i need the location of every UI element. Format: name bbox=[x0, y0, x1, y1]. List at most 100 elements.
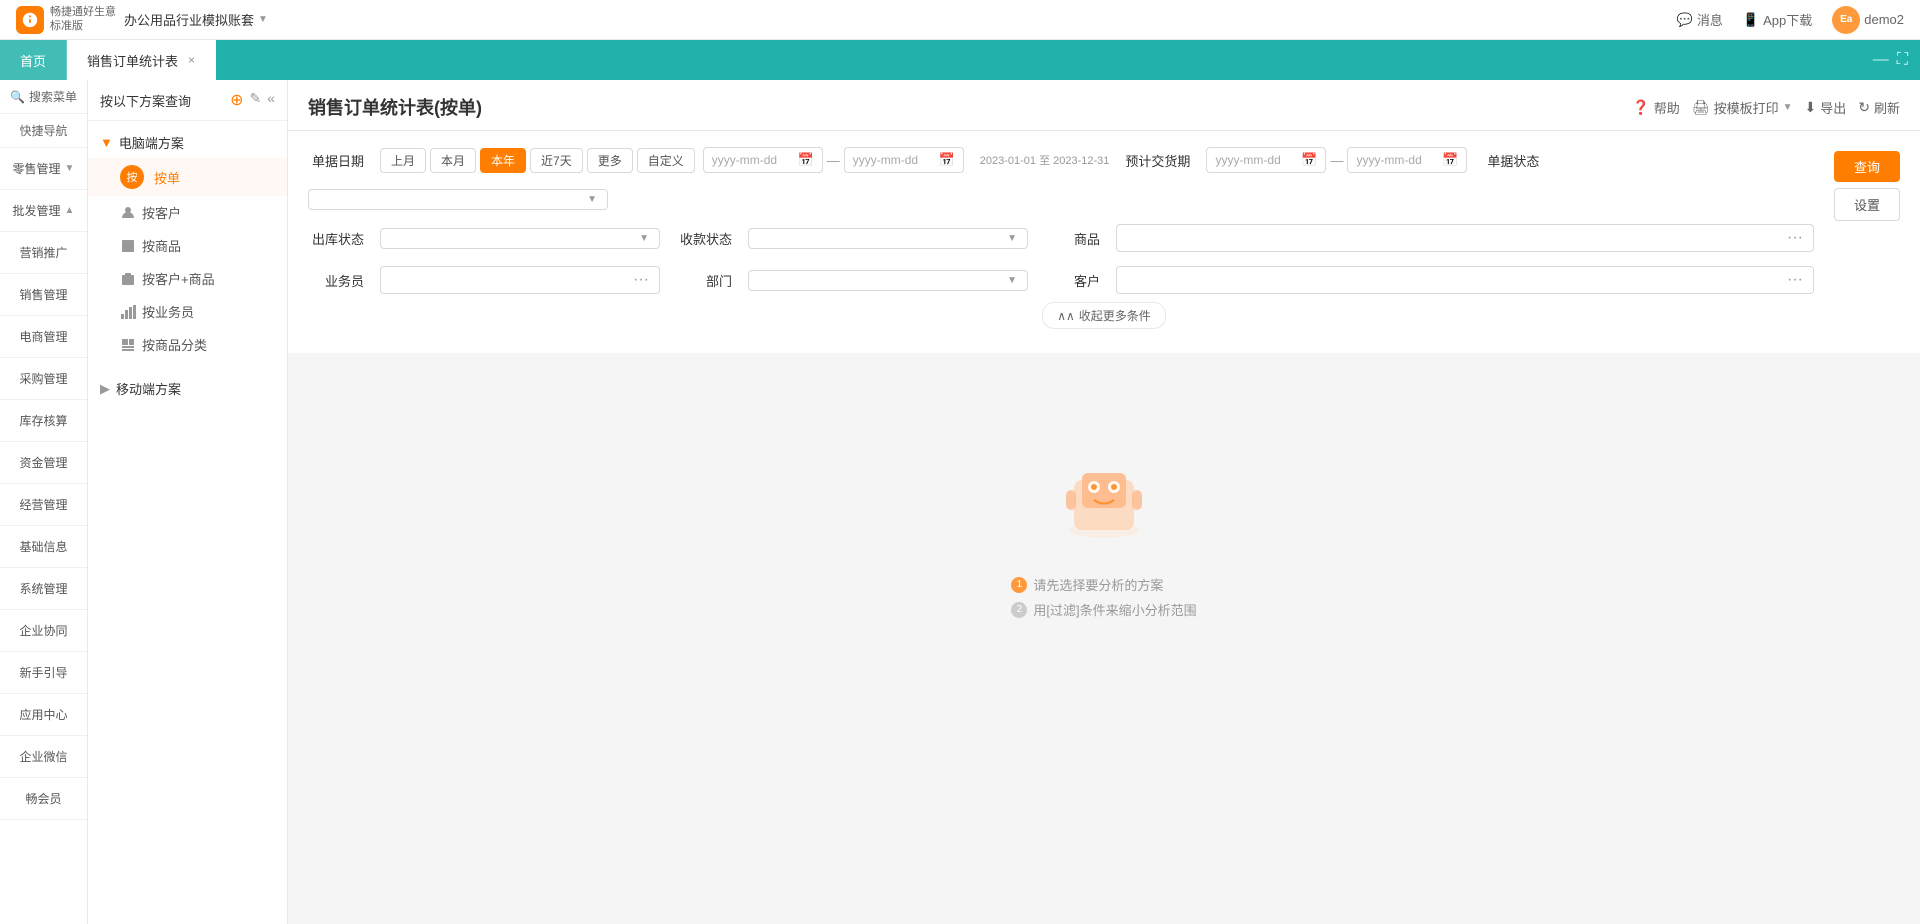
logo-area: 畅捷通好生意 标准版 bbox=[16, 6, 116, 34]
wholesale-arrow-icon: ▲ bbox=[65, 205, 75, 216]
date-from-input[interactable]: yyyy-mm-dd 📅 bbox=[703, 147, 823, 173]
date-range-display: 2023-01-01 至 2023-12-31 bbox=[980, 152, 1110, 168]
status-label: 单据状态 bbox=[1483, 151, 1539, 170]
customer-input[interactable]: ··· bbox=[1116, 266, 1814, 294]
scheme-item-by-order[interactable]: 按 按单 bbox=[88, 158, 287, 196]
filter-section-separator: ∧∧ 收起更多条件 bbox=[308, 294, 1900, 337]
sidebar-item-retail[interactable]: 零售管理 ▼ bbox=[0, 148, 87, 190]
department-chevron-icon: ▼ bbox=[1007, 275, 1017, 286]
expected-delivery-to[interactable]: yyyy-mm-dd 📅 bbox=[1347, 147, 1467, 173]
payment-status-select[interactable]: ▼ bbox=[748, 228, 1028, 249]
sidebar: 🔍 搜索菜单 快捷导航 零售管理 ▼ 批发管理 ▲ 营销推广 销售管理 电商管理… bbox=[0, 80, 88, 924]
edit-scheme-icon[interactable]: ✎ bbox=[249, 90, 261, 110]
company-selector[interactable]: 办公用品行业模拟账套 ▼ bbox=[124, 10, 268, 29]
sidebar-item-ecommerce[interactable]: 电商管理 bbox=[0, 316, 87, 358]
by-order-icon: 按 bbox=[120, 165, 144, 189]
page-actions: ❓ 帮助 🖨 按模板打印 ▼ ⬇ 导出 ↻ 刷新 bbox=[1632, 98, 1900, 117]
sidebar-item-purchase[interactable]: 采购管理 bbox=[0, 358, 87, 400]
product-input[interactable]: ··· bbox=[1116, 224, 1814, 252]
preset-more[interactable]: 更多 bbox=[587, 148, 633, 173]
refresh-button[interactable]: ↻ 刷新 bbox=[1858, 98, 1900, 117]
by-salesperson-icon bbox=[120, 304, 136, 320]
date-label: 单据日期 bbox=[308, 151, 364, 170]
sidebar-item-wechat[interactable]: 企业微信 bbox=[0, 736, 87, 778]
scheme-panel-header: 按以下方案查询 ⊕ ✎ « bbox=[88, 80, 287, 121]
sidebar-item-wholesale[interactable]: 批发管理 ▲ bbox=[0, 190, 87, 232]
status-select[interactable]: ▼ bbox=[308, 189, 608, 210]
delivery-status-select[interactable]: ▼ bbox=[380, 228, 660, 249]
help-button[interactable]: ❓ 帮助 bbox=[1632, 98, 1679, 117]
scheme-item-by-customer-product[interactable]: 按客户+商品 bbox=[88, 262, 287, 295]
scheme-group-mobile-label[interactable]: ▶ 移动端方案 bbox=[88, 373, 287, 404]
sidebar-item-newbie[interactable]: 新手引导 bbox=[0, 652, 87, 694]
sidebar-item-member[interactable]: 畅会员 bbox=[0, 778, 87, 820]
mobile-expand-icon: ▶ bbox=[100, 381, 110, 397]
by-product-category-icon bbox=[120, 337, 136, 353]
nav-tabs: 首页 销售订单统计表 × — ⛶ bbox=[0, 40, 1920, 80]
collapse-button[interactable]: ∧∧ 收起更多条件 bbox=[1042, 302, 1166, 329]
export-icon: ⬇ bbox=[1805, 99, 1817, 116]
payment-chevron-icon: ▼ bbox=[1007, 233, 1017, 244]
scheme-panel-actions: ⊕ ✎ « bbox=[230, 90, 275, 110]
tab-home[interactable]: 首页 bbox=[0, 40, 67, 80]
date-separator: — bbox=[827, 153, 840, 168]
preset-last-7-days[interactable]: 近7天 bbox=[530, 148, 583, 173]
sidebar-quick-nav[interactable]: 快捷导航 bbox=[0, 114, 87, 148]
date-to-input[interactable]: yyyy-mm-dd 📅 bbox=[844, 147, 964, 173]
customer-more-icon: ··· bbox=[1787, 271, 1803, 289]
salesperson-label: 业务员 bbox=[308, 271, 364, 290]
preset-last-month[interactable]: 上月 bbox=[380, 148, 426, 173]
preset-custom[interactable]: 自定义 bbox=[637, 148, 695, 173]
empty-tip-1: 1 请先选择要分析的方案 bbox=[1011, 575, 1196, 594]
print-icon: 🖨 bbox=[1692, 99, 1710, 116]
department-label: 部门 bbox=[676, 271, 732, 290]
app-download-button[interactable]: 📱 App下载 bbox=[1743, 10, 1812, 29]
department-select[interactable]: ▼ bbox=[748, 270, 1028, 291]
logo-icon bbox=[16, 6, 44, 34]
empty-tip-2: 2 用[过滤]条件来缩小分析范围 bbox=[1011, 600, 1196, 619]
template-print-button[interactable]: 🖨 按模板打印 ▼ bbox=[1692, 98, 1793, 117]
retail-arrow-icon: ▼ bbox=[65, 163, 75, 174]
by-product-icon bbox=[120, 238, 136, 254]
tab-sales-order-stats[interactable]: 销售订单统计表 × bbox=[67, 40, 216, 80]
sidebar-item-finance[interactable]: 资金管理 bbox=[0, 442, 87, 484]
sidebar-item-basic[interactable]: 基础信息 bbox=[0, 526, 87, 568]
query-button[interactable]: 查询 bbox=[1834, 151, 1900, 182]
add-scheme-icon[interactable]: ⊕ bbox=[230, 90, 243, 110]
sidebar-item-inventory[interactable]: 库存核算 bbox=[0, 400, 87, 442]
sidebar-search[interactable]: 🔍 搜索菜单 bbox=[0, 80, 87, 114]
expected-delivery-from[interactable]: yyyy-mm-dd 📅 bbox=[1206, 147, 1326, 173]
message-icon: 💬 bbox=[1677, 12, 1693, 28]
avatar: Ea bbox=[1832, 6, 1860, 34]
logo-text: 畅捷通好生意 标准版 bbox=[50, 6, 116, 32]
scheme-item-by-salesperson[interactable]: 按业务员 bbox=[88, 295, 287, 328]
filter-row-3: 业务员 ··· 部门 ▼ 客户 bbox=[308, 266, 1814, 294]
sidebar-item-enterprise[interactable]: 企业协同 bbox=[0, 610, 87, 652]
scheme-item-by-product[interactable]: 按商品 bbox=[88, 229, 287, 262]
maximize-icon[interactable]: ⛶ bbox=[1897, 51, 1908, 69]
preset-this-month[interactable]: 本月 bbox=[430, 148, 476, 173]
settings-button[interactable]: 设置 bbox=[1834, 188, 1900, 221]
minimize-icon[interactable]: — bbox=[1873, 51, 1889, 69]
tab-close-icon[interactable]: × bbox=[188, 53, 195, 67]
sidebar-item-marketing[interactable]: 营销推广 bbox=[0, 232, 87, 274]
by-customer-product-icon bbox=[120, 271, 136, 287]
status-chevron-icon: ▼ bbox=[587, 194, 597, 205]
export-button[interactable]: ⬇ 导出 bbox=[1805, 98, 1847, 117]
sidebar-item-system[interactable]: 系统管理 bbox=[0, 568, 87, 610]
salesperson-input[interactable]: ··· bbox=[380, 266, 660, 294]
collapse-scheme-icon[interactable]: « bbox=[267, 90, 275, 110]
scheme-item-by-product-category[interactable]: 按商品分类 bbox=[88, 328, 287, 361]
scheme-item-by-customer[interactable]: 按客户 bbox=[88, 196, 287, 229]
app-download-icon: 📱 bbox=[1743, 12, 1759, 28]
help-icon: ❓ bbox=[1632, 99, 1649, 116]
sidebar-item-sales[interactable]: 销售管理 bbox=[0, 274, 87, 316]
sidebar-item-app-center[interactable]: 应用中心 bbox=[0, 694, 87, 736]
message-button[interactable]: 💬 消息 bbox=[1677, 10, 1723, 29]
scheme-group-pc-label[interactable]: ▼ 电脑端方案 bbox=[88, 127, 287, 158]
sidebar-item-operations[interactable]: 经营管理 bbox=[0, 484, 87, 526]
empty-tips: 1 请先选择要分析的方案 2 用[过滤]条件来缩小分析范围 bbox=[1011, 575, 1196, 625]
preset-this-year[interactable]: 本年 bbox=[480, 148, 526, 173]
calendar-to-icon: 📅 bbox=[939, 152, 955, 168]
user-profile[interactable]: Ea demo2 bbox=[1832, 6, 1904, 34]
